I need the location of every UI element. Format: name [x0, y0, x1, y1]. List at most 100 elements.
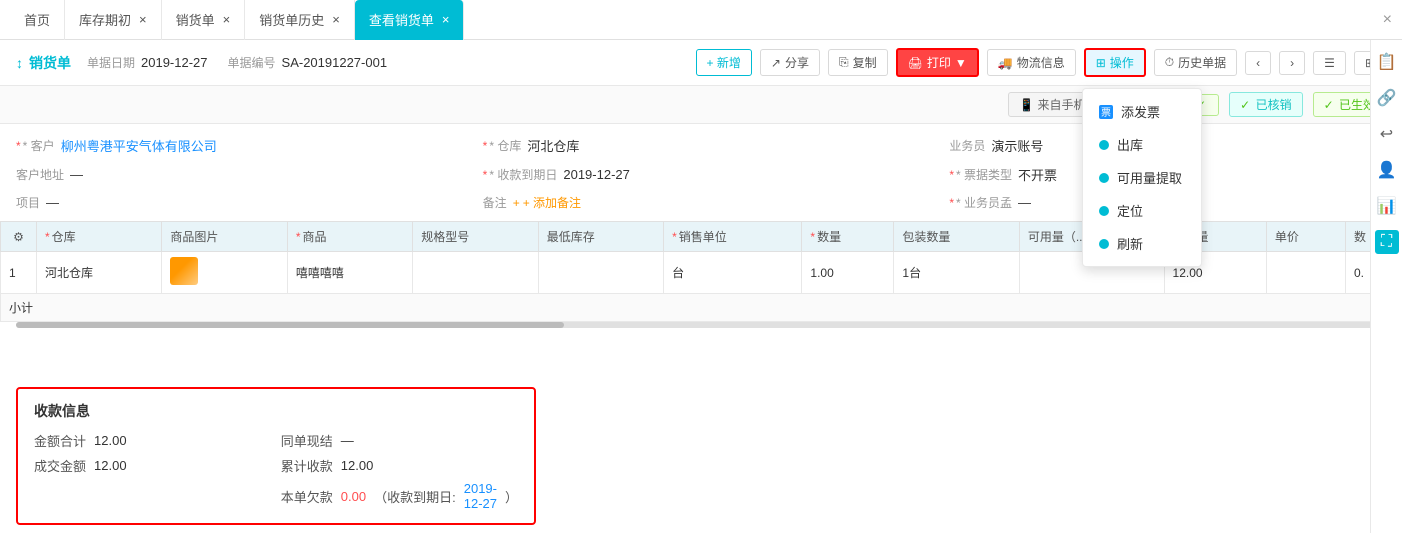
owed-close: ） [505, 487, 518, 506]
outbound-icon [1099, 140, 1109, 150]
logistics-button[interactable]: 🚚 物流信息 [987, 49, 1076, 76]
col-min-stock: 最低库存 [538, 222, 663, 252]
deal-row: 成交金额 12.00 [34, 456, 261, 475]
col-settings[interactable]: ⚙ [1, 222, 37, 252]
doc-date-value: 2019-12-27 [141, 55, 208, 70]
invoice-icon: 票 [1099, 105, 1113, 119]
dropdown-available-qty[interactable]: 可用量提取 [1083, 161, 1201, 194]
project-field: 项目 — [16, 194, 453, 211]
tab-home-label: 首页 [24, 10, 50, 29]
customer-label: ** 客户 [16, 137, 55, 154]
available-qty-icon [1099, 173, 1109, 183]
row-qty: 1.00 [802, 252, 894, 294]
tab-inventory-label: 库存期初 [79, 10, 131, 29]
deal-label: 成交金额 [34, 456, 86, 475]
staff-value: 演示账号 [991, 136, 1043, 155]
row-warehouse: 河北仓库 [37, 252, 162, 294]
sidebar-icon-3[interactable]: ↩ [1375, 122, 1399, 146]
col-unit: *销售单位 [664, 222, 802, 252]
staff2-label: ** 业务员孟 [949, 194, 1012, 211]
sidebar-icon-2[interactable]: 🔗 [1375, 86, 1399, 110]
dropdown-outbound[interactable]: 出库 [1083, 128, 1201, 161]
col-warehouse: *仓库 [37, 222, 162, 252]
subtotal-label: 小计 [1, 294, 1402, 322]
next-button[interactable]: › [1279, 51, 1305, 75]
row-image [162, 252, 287, 294]
share-icon: ↗ [771, 56, 781, 70]
dropdown-add-invoice[interactable]: 票 添发票 [1083, 95, 1201, 128]
tab-view-sales-close[interactable]: × [442, 12, 450, 27]
refresh-icon [1099, 239, 1109, 249]
same-order-label: 同单现结 [281, 431, 333, 450]
tab-sales-label: 销货单 [176, 10, 215, 29]
tab-sales-history-close[interactable]: × [332, 12, 340, 27]
add-note-button[interactable]: + + 添加备注 [513, 194, 581, 211]
tab-home[interactable]: 首页 [10, 0, 65, 40]
tab-view-sales[interactable]: 查看销货单 × [355, 0, 465, 40]
owed-label: 本单欠款 [281, 487, 333, 506]
form-title-text: 销货单 [29, 53, 71, 73]
project-label: 项目 [16, 194, 40, 211]
new-button[interactable]: + 新增 [696, 49, 752, 76]
tab-inventory[interactable]: 库存期初 × [65, 0, 162, 40]
address-field: 客户地址 — [16, 166, 453, 183]
payment-info-box: 收款信息 金额合计 12.00 同单现结 — 成交金额 12.00 累计收款 1… [16, 387, 536, 525]
tab-sales[interactable]: 销货单 × [162, 0, 246, 40]
same-order-row: 同单现结 — [281, 431, 518, 450]
sidebar-icon-4[interactable]: 👤 [1375, 158, 1399, 182]
staff2-value: — [1018, 195, 1031, 210]
ops-button[interactable]: ⊞ 操作 [1084, 48, 1146, 77]
sidebar-icon-expand[interactable]: ⛶ [1375, 230, 1399, 254]
cumulative-value: 12.00 [341, 458, 374, 473]
print-button[interactable]: 🖨 打印 ▼ [896, 48, 979, 77]
sidebar-icon-5[interactable]: 📊 [1375, 194, 1399, 218]
dropdown-locate[interactable]: 定位 [1083, 194, 1201, 227]
prev-button[interactable]: ‹ [1245, 51, 1271, 75]
refresh-label: 刷新 [1117, 234, 1143, 253]
share-button[interactable]: ↗ 分享 [760, 49, 820, 76]
due-date-label: ** 收款到期日 [483, 166, 558, 183]
row-no: 1 [1, 252, 37, 294]
phone-icon: 📱 [1019, 98, 1034, 112]
amount-value: 12.00 [94, 433, 127, 448]
col-spec: 规格型号 [413, 222, 538, 252]
tab-sales-history[interactable]: 销货单历史 × [245, 0, 355, 40]
doc-date-field: 单据日期 2019-12-27 [87, 54, 208, 71]
history-button[interactable]: ⏱ 历史单据 [1154, 49, 1237, 76]
same-order-value: — [341, 433, 354, 448]
doc-no-value: SA-20191227-001 [282, 55, 388, 70]
copy-button[interactable]: ⎘ 复制 [828, 49, 888, 76]
ticket-label: ** 票据类型 [949, 166, 1012, 183]
toolbar-actions: + 新增 ↗ 分享 ⎘ 复制 🖨 打印 ▼ 🚚 物流信息 [696, 48, 1386, 77]
scroll-thumb[interactable] [16, 322, 564, 328]
col-product: *商品 [287, 222, 412, 252]
horizontal-scrollbar[interactable] [16, 322, 1386, 328]
ops-dropdown-menu: 票 添发票 出库 可用量提取 定位 刷新 [1082, 88, 1202, 267]
sidebar-icon-1[interactable]: 📋 [1375, 50, 1399, 74]
tab-view-sales-label: 查看销货单 [369, 10, 434, 29]
grid-view-button[interactable]: ☰ [1313, 51, 1346, 75]
dropdown-refresh[interactable]: 刷新 [1083, 227, 1201, 260]
payment-grid: 金额合计 12.00 同单现结 — 成交金额 12.00 累计收款 12.00 [34, 431, 518, 511]
owed-note: （收款到期日: [374, 487, 456, 506]
staff-label: 业务员 [949, 137, 985, 154]
project-value: — [46, 195, 59, 210]
row-product: 嘻嘻嘻嘻 [287, 252, 412, 294]
doc-no-label: 单据编号 [228, 54, 276, 71]
cumulative-row: 累计收款 12.00 [281, 456, 518, 475]
row-price [1266, 252, 1345, 294]
tab-sales-close[interactable]: × [223, 12, 231, 27]
note-label: 备注 [483, 194, 507, 211]
locate-label: 定位 [1117, 201, 1143, 220]
col-price: 单价 [1266, 222, 1345, 252]
customer-value[interactable]: 柳州粤港平安气体有限公司 [61, 136, 217, 155]
customer-field: ** 客户 柳州粤港平安气体有限公司 [16, 136, 453, 155]
tab-inventory-close[interactable]: × [139, 12, 147, 27]
window-close-button[interactable]: × [1383, 11, 1392, 29]
due-date-field: ** 收款到期日 2019-12-27 [483, 166, 920, 183]
amount-row: 金额合计 12.00 [34, 431, 261, 450]
sold-button[interactable]: ✓ 已核销 [1229, 92, 1302, 117]
available-qty-label: 可用量提取 [1117, 168, 1182, 187]
warehouse-value: 河北仓库 [527, 136, 579, 155]
tab-sales-history-label: 销货单历史 [259, 10, 324, 29]
